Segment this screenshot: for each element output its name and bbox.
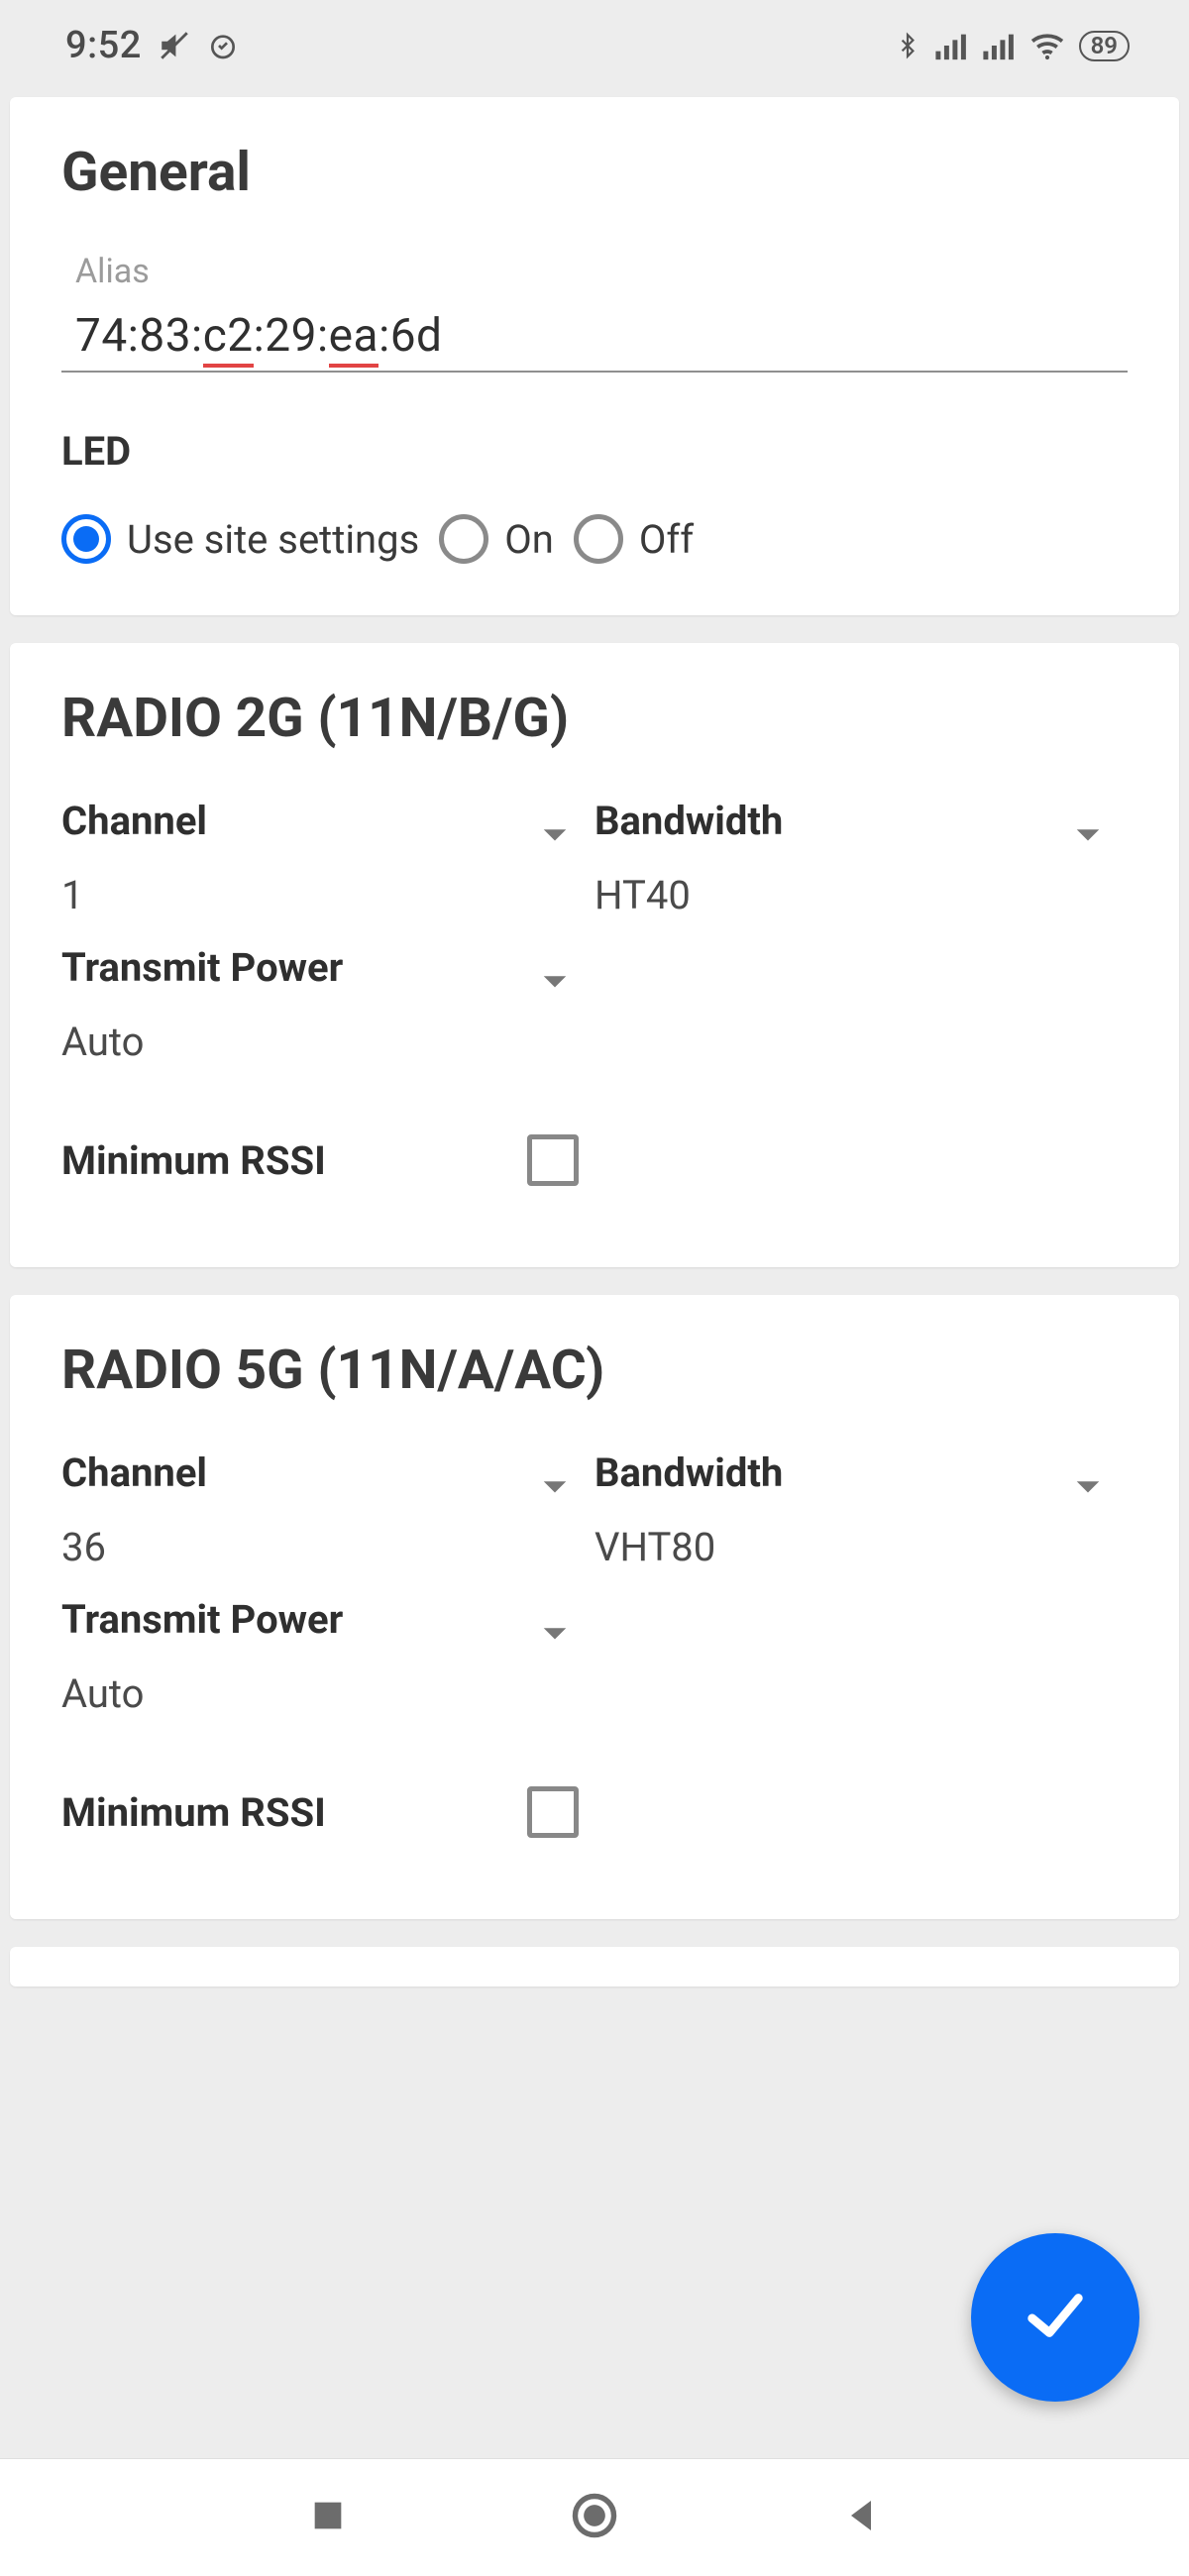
wifi-icon — [1029, 31, 1065, 60]
chevron-down-icon — [1074, 827, 1102, 845]
radio5g-minrssi-checkbox[interactable] — [527, 1786, 579, 1838]
fab-confirm[interactable] — [971, 2233, 1139, 2402]
card-general: General Alias 74:83:c2:29:ea:6d LED Use … — [10, 97, 1179, 615]
led-radio-group: Use site settings On Off — [61, 514, 1128, 564]
chevron-down-icon — [541, 974, 569, 992]
radio2g-minrssi-label: Minimum RSSI — [61, 1137, 527, 1184]
radio5g-title: RADIO 5G (11N/A/AC) — [61, 1339, 1128, 1402]
led-radio-on[interactable]: On — [439, 514, 554, 564]
radio5g-minrssi-label: Minimum RSSI — [61, 1789, 527, 1836]
radio2g-bandwidth-select[interactable]: Bandwidth HT40 — [594, 798, 1128, 918]
chevron-down-icon — [1074, 1479, 1102, 1497]
alias-input[interactable]: 74:83:c2:29:ea:6d — [61, 309, 1128, 373]
radio5g-bandwidth-select[interactable]: Bandwidth VHT80 — [594, 1449, 1128, 1570]
status-bar: 9:52 8 — [0, 0, 1189, 91]
radio2g-title: RADIO 2G (11N/B/G) — [61, 687, 1128, 750]
radio-unchecked-icon — [574, 514, 623, 564]
nav-home-icon[interactable] — [569, 2490, 620, 2545]
android-navbar — [0, 2459, 1189, 2576]
nav-recent-icon[interactable] — [308, 2496, 348, 2539]
alarm-icon — [207, 30, 239, 61]
nav-back-icon[interactable] — [841, 2496, 881, 2539]
signal-1-icon — [934, 31, 968, 60]
radio-unchecked-icon — [439, 514, 488, 564]
battery-indicator: 89 — [1079, 31, 1130, 61]
led-radio-site[interactable]: Use site settings — [61, 514, 419, 564]
chevron-down-icon — [541, 1626, 569, 1644]
chevron-down-icon — [541, 827, 569, 845]
bluetooth-icon — [895, 29, 920, 62]
radio-checked-icon — [61, 514, 111, 564]
radio2g-minrssi-checkbox[interactable] — [527, 1134, 579, 1186]
mute-icon — [158, 29, 191, 62]
led-label: LED — [61, 428, 1128, 475]
general-title: General — [61, 141, 1128, 204]
status-left: 9:52 — [65, 24, 239, 67]
radio2g-channel-select[interactable]: Channel 1 — [61, 798, 594, 918]
signal-2-icon — [982, 31, 1016, 60]
alias-value: 74:83:c2:29:ea:6d — [75, 309, 443, 368]
chevron-down-icon — [541, 1479, 569, 1497]
radio5g-txpower-select[interactable]: Transmit Power Auto — [61, 1596, 594, 1717]
card-radio-2g: RADIO 2G (11N/B/G) Channel 1 Bandwidth H… — [10, 643, 1179, 1267]
status-right: 89 — [895, 29, 1130, 62]
status-time: 9:52 — [65, 24, 142, 67]
alias-label: Alias — [75, 252, 1128, 291]
card-radio-5g: RADIO 5G (11N/A/AC) Channel 36 Bandwidth… — [10, 1295, 1179, 1919]
radio5g-channel-select[interactable]: Channel 36 — [61, 1449, 594, 1570]
led-radio-off[interactable]: Off — [574, 514, 694, 564]
radio2g-txpower-select[interactable]: Transmit Power Auto — [61, 944, 594, 1065]
card-next-sliver — [10, 1947, 1179, 1986]
check-icon — [1021, 2286, 1090, 2349]
